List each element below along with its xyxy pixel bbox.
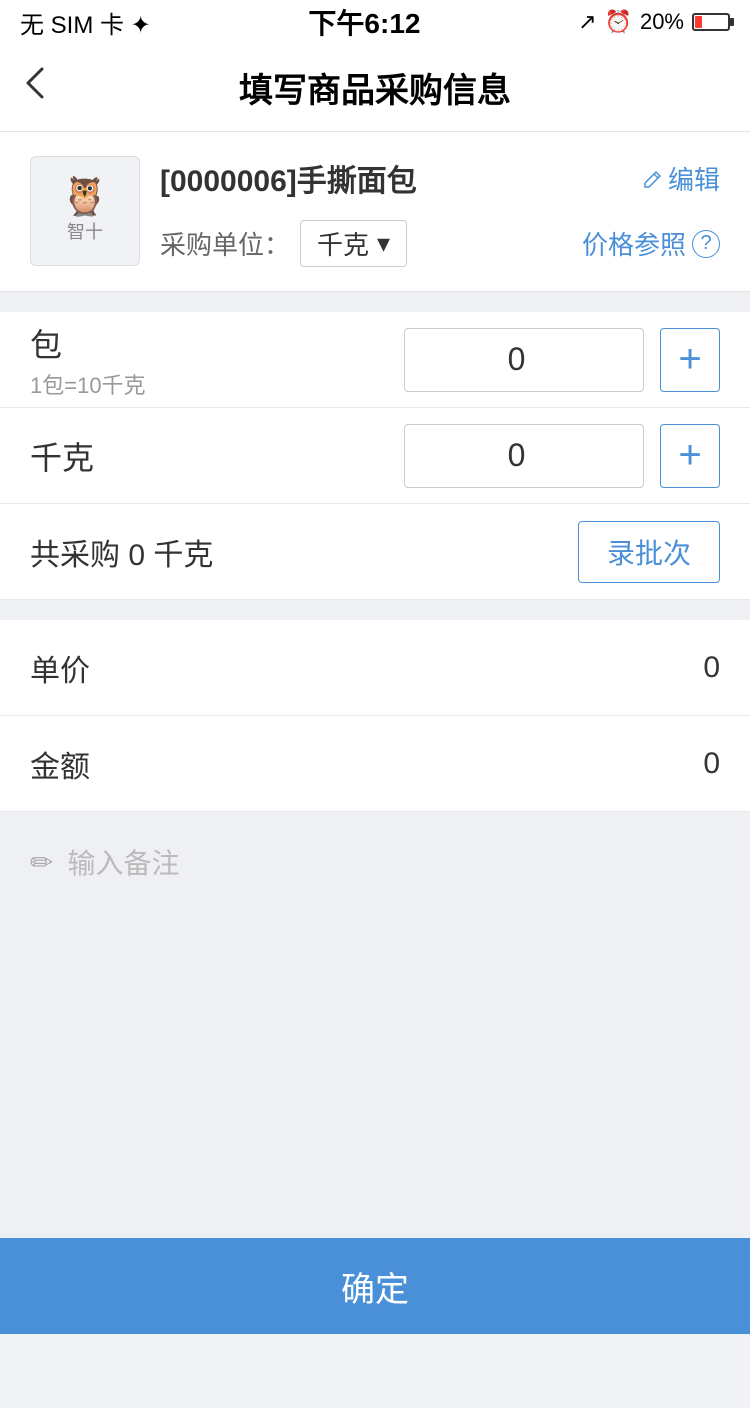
price-ref-button[interactable]: 价格参照 ? — [582, 225, 720, 262]
bag-input-right: + — [170, 328, 720, 392]
battery-percent: 20% — [640, 9, 684, 35]
bag-quantity-input[interactable] — [404, 328, 644, 392]
bag-input-row: 包 1包=10千克 + — [0, 312, 750, 408]
kg-plus-button[interactable]: + — [660, 424, 720, 488]
status-right: ↗ ⏰ 20% — [578, 9, 730, 35]
product-logo: 🦉 智十 — [30, 156, 140, 266]
pencil-icon: ✏ — [30, 846, 53, 879]
dropdown-arrow: ▾ — [377, 228, 390, 259]
product-info: [0000006]手撕面包 编辑 采购单位： 千克 ▾ 价格参照 ? — [160, 156, 720, 267]
summary-text: 共采购 0 千克 — [30, 530, 213, 574]
section-divider-1 — [0, 292, 750, 312]
page-title: 填写商品采购信息 — [239, 63, 511, 112]
remark-section[interactable]: ✏ 输入备注 — [0, 812, 750, 1012]
sim-text: 无 SIM 卡 ✦ — [20, 5, 151, 40]
kg-quantity-input[interactable] — [404, 424, 644, 488]
price-section: 单价 0 金额 0 — [0, 620, 750, 812]
remark-inner: ✏ 输入备注 — [30, 842, 720, 882]
section-divider-2 — [0, 600, 750, 620]
alarm-icon: ⏰ — [605, 9, 632, 35]
confirm-button-label: 确定 — [341, 1262, 409, 1311]
help-icon: ? — [692, 230, 720, 258]
confirm-button[interactable]: 确定 — [0, 1238, 750, 1334]
unit-price-label: 单价 — [30, 646, 90, 690]
status-time: 下午6:12 — [308, 2, 420, 42]
summary-amount: 0 — [128, 539, 145, 572]
product-image: 🦉 — [61, 178, 108, 216]
nav-bar: 填写商品采购信息 — [0, 44, 750, 132]
kg-input-row: 千克 + — [0, 408, 750, 504]
input-section: 包 1包=10千克 + 千克 + 共采购 0 千克 录批次 — [0, 312, 750, 600]
edit-button[interactable]: 编辑 — [642, 160, 720, 197]
product-name: [0000006]手撕面包 — [160, 156, 417, 200]
kg-label: 千克 — [30, 433, 170, 479]
bag-label: 包 1包=10千克 — [30, 320, 170, 400]
bag-label-sub: 1包=10千克 — [30, 368, 170, 400]
location-icon: ↗ — [578, 9, 596, 35]
amount-value: 0 — [703, 747, 720, 781]
unit-price-row: 单价 0 — [0, 620, 750, 716]
status-left: 无 SIM 卡 ✦ — [20, 5, 151, 40]
battery-icon — [692, 13, 730, 31]
unit-price-value: 0 — [703, 651, 720, 685]
amount-row: 金额 0 — [0, 716, 750, 812]
remark-placeholder: 输入备注 — [67, 842, 179, 882]
amount-label: 金额 — [30, 742, 90, 786]
kg-input-right: + — [170, 424, 720, 488]
purchase-unit-label: 采购单位： — [160, 225, 290, 262]
unit-select[interactable]: 千克 ▾ — [300, 220, 407, 267]
batch-button[interactable]: 录批次 — [578, 521, 720, 583]
summary-row: 共采购 0 千克 录批次 — [0, 504, 750, 600]
bag-plus-button[interactable]: + — [660, 328, 720, 392]
purchase-unit-row: 采购单位： 千克 ▾ 价格参照 ? — [160, 220, 720, 267]
unit-value: 千克 — [317, 225, 369, 262]
bag-label-main: 包 — [30, 320, 170, 366]
kg-label-main: 千克 — [30, 433, 170, 479]
product-logo-text: 智十 — [67, 218, 103, 244]
back-button[interactable] — [24, 65, 46, 110]
product-name-row: [0000006]手撕面包 编辑 — [160, 156, 720, 200]
status-bar: 无 SIM 卡 ✦ 下午6:12 ↗ ⏰ 20% — [0, 0, 750, 44]
product-card: 🦉 智十 [0000006]手撕面包 编辑 采购单位： 千克 ▾ — [0, 132, 750, 292]
